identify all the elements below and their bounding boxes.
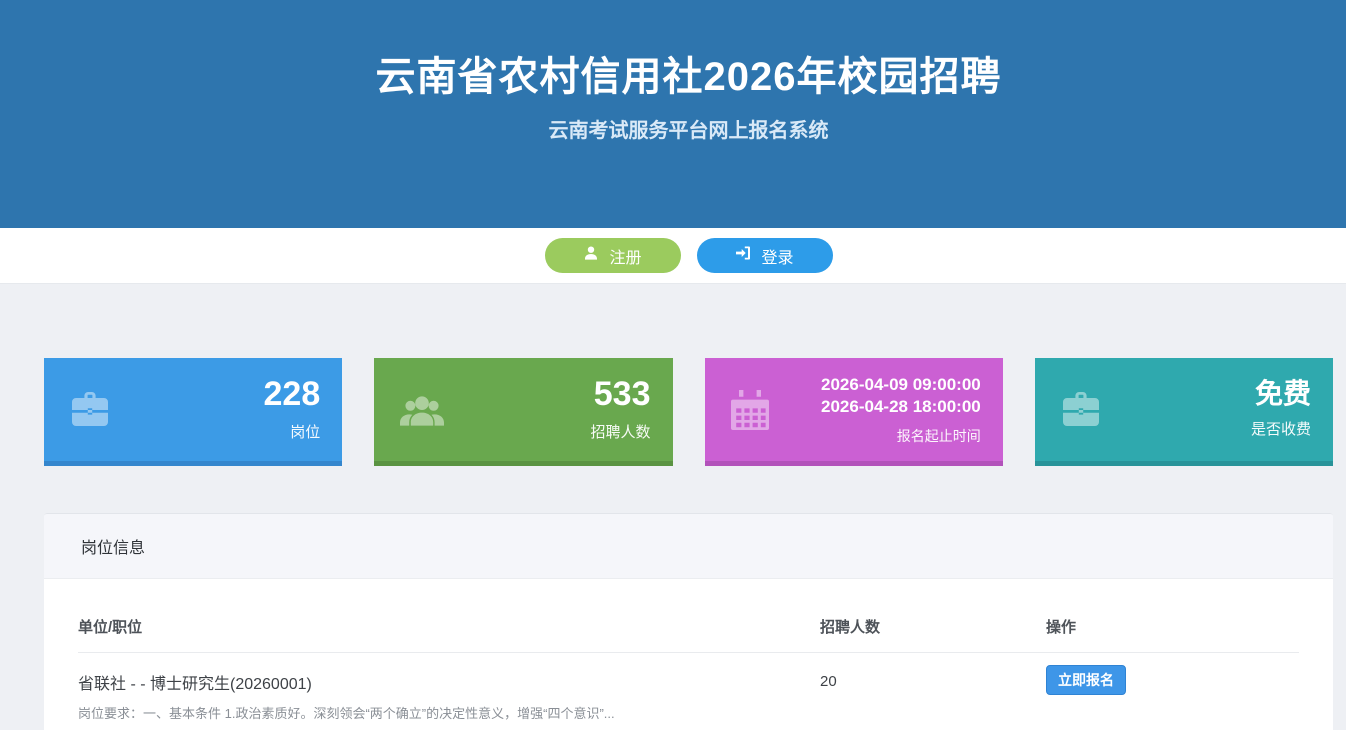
- jobs-panel-title: 岗位信息: [44, 513, 1333, 579]
- briefcase-icon: [1057, 386, 1105, 434]
- positions-count: 228: [264, 377, 321, 411]
- job-title: 省联社 - - 博士研究生(20260001): [78, 665, 820, 694]
- register-button-label: 注册: [609, 244, 641, 268]
- login-button-label: 登录: [761, 244, 793, 268]
- column-header-count: 招聘人数: [820, 616, 1046, 637]
- login-button[interactable]: 登录: [697, 238, 833, 273]
- jobs-table: 单位/职位 招聘人数 操作 省联社 - - 博士研究生(20260001) 岗位…: [44, 579, 1333, 730]
- briefcase-icon: [66, 386, 114, 434]
- fee-value: 免费: [1255, 380, 1311, 408]
- stat-card-fee: 免费 是否收费: [1035, 358, 1333, 466]
- headcount-count: 533: [594, 377, 651, 411]
- period-end: 2026-04-28 18:00:00: [821, 396, 981, 418]
- column-header-position: 单位/职位: [78, 616, 820, 637]
- page-subtitle: 云南考试服务平台网上报名系统: [44, 114, 1333, 143]
- headcount-label: 招聘人数: [590, 421, 650, 442]
- fee-label: 是否收费: [1251, 418, 1311, 439]
- positions-label: 岗位: [290, 421, 320, 442]
- column-header-action: 操作: [1046, 616, 1299, 637]
- sign-in-icon: [735, 245, 751, 266]
- period-start: 2026-04-09 09:00:00: [821, 374, 981, 396]
- register-button[interactable]: 注册: [545, 238, 681, 273]
- job-cell-action: 立即报名: [1046, 665, 1299, 695]
- stat-card-headcount: 533 招聘人数: [374, 358, 672, 466]
- job-count: 20: [820, 665, 1046, 690]
- job-requirements: 岗位要求：一、基本条件 1.政治素质好。深刻领会“两个确立”的决定性意义，增强“…: [78, 703, 820, 722]
- page-title: 云南省农村信用社2026年校园招聘: [44, 0, 1333, 99]
- jobs-table-header-row: 单位/职位 招聘人数 操作: [78, 579, 1299, 653]
- apply-button[interactable]: 立即报名: [1046, 665, 1126, 695]
- calendar-icon: [727, 386, 773, 434]
- job-cell-count: 20: [820, 665, 1046, 690]
- stat-card-period: 2026-04-09 09:00:00 2026-04-28 18:00:00 …: [705, 358, 1003, 466]
- page-header: 云南省农村信用社2026年校园招聘 云南考试服务平台网上报名系统: [0, 0, 1346, 228]
- users-icon: [396, 388, 448, 432]
- stats-row: 228 岗位 533 招聘人数 2026-04-09 09:00:00 2026…: [44, 358, 1333, 466]
- jobs-panel: 岗位信息 单位/职位 招聘人数 操作 省联社 - - 博士研究生(2026000…: [44, 513, 1333, 730]
- stat-card-positions: 228 岗位: [44, 358, 342, 466]
- job-cell-position: 省联社 - - 博士研究生(20260001) 岗位要求：一、基本条件 1.政治…: [78, 665, 820, 722]
- user-icon: [583, 245, 599, 266]
- table-row: 省联社 - - 博士研究生(20260001) 岗位要求：一、基本条件 1.政治…: [78, 653, 1299, 722]
- period-label: 报名起止时间: [897, 426, 981, 446]
- auth-actions-band: 注册 登录: [0, 228, 1346, 284]
